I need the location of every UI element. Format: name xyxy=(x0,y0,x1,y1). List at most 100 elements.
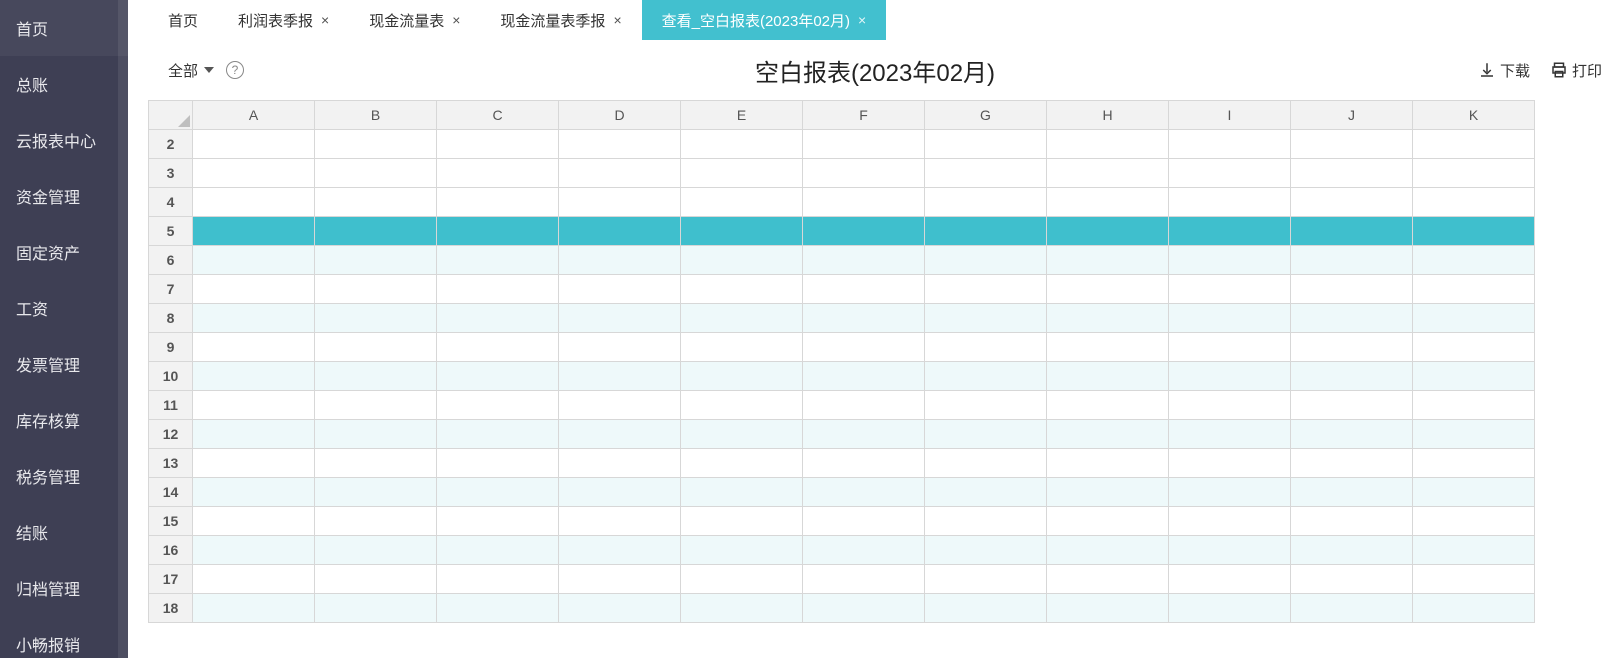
cell[interactable] xyxy=(925,304,1047,333)
cell[interactable] xyxy=(315,594,437,623)
cell[interactable] xyxy=(315,565,437,594)
cell[interactable] xyxy=(437,188,559,217)
cell[interactable] xyxy=(437,159,559,188)
cell[interactable] xyxy=(1047,159,1169,188)
cell[interactable] xyxy=(1169,333,1291,362)
cell[interactable] xyxy=(1047,304,1169,333)
sheet-corner[interactable] xyxy=(149,101,193,130)
cell[interactable] xyxy=(1291,391,1413,420)
cell[interactable] xyxy=(1291,304,1413,333)
cell[interactable] xyxy=(925,478,1047,507)
cell[interactable] xyxy=(1291,536,1413,565)
cell[interactable] xyxy=(1291,275,1413,304)
cell[interactable] xyxy=(1169,130,1291,159)
column-header[interactable]: B xyxy=(315,101,437,130)
close-icon[interactable]: × xyxy=(452,13,460,27)
cell[interactable] xyxy=(803,333,925,362)
cell[interactable] xyxy=(1169,565,1291,594)
sidebar-item-tax[interactable]: 税务管理 xyxy=(0,448,128,504)
cell[interactable] xyxy=(315,449,437,478)
cell[interactable] xyxy=(925,449,1047,478)
cell[interactable] xyxy=(559,391,681,420)
cell[interactable] xyxy=(193,246,315,275)
cell[interactable] xyxy=(559,536,681,565)
cell[interactable] xyxy=(193,391,315,420)
cell[interactable] xyxy=(1413,391,1535,420)
cell[interactable] xyxy=(1169,420,1291,449)
cell[interactable] xyxy=(559,478,681,507)
cell[interactable] xyxy=(1291,565,1413,594)
cell[interactable] xyxy=(1047,536,1169,565)
cell[interactable] xyxy=(1169,507,1291,536)
column-header[interactable]: A xyxy=(193,101,315,130)
cell[interactable] xyxy=(925,420,1047,449)
cell[interactable] xyxy=(315,304,437,333)
sidebar-item-home[interactable]: 首页 xyxy=(0,0,128,56)
row-header[interactable]: 15 xyxy=(149,507,193,536)
close-icon[interactable]: × xyxy=(321,13,329,27)
cell[interactable] xyxy=(193,507,315,536)
cell[interactable] xyxy=(925,217,1047,246)
cell[interactable] xyxy=(1413,275,1535,304)
cell[interactable] xyxy=(1291,217,1413,246)
cell[interactable] xyxy=(437,478,559,507)
cell[interactable] xyxy=(1047,420,1169,449)
cell[interactable] xyxy=(559,159,681,188)
cell[interactable] xyxy=(1413,159,1535,188)
cell[interactable] xyxy=(1169,304,1291,333)
cell[interactable] xyxy=(925,507,1047,536)
cell[interactable] xyxy=(193,304,315,333)
row-header[interactable]: 6 xyxy=(149,246,193,275)
cell[interactable] xyxy=(193,536,315,565)
cell[interactable] xyxy=(1413,304,1535,333)
cell[interactable] xyxy=(803,304,925,333)
cell[interactable] xyxy=(1291,333,1413,362)
column-header[interactable]: K xyxy=(1413,101,1535,130)
sidebar-item-closing[interactable]: 结账 xyxy=(0,504,128,560)
cell[interactable] xyxy=(925,333,1047,362)
cell[interactable] xyxy=(681,304,803,333)
cell[interactable] xyxy=(803,420,925,449)
sidebar-scrollbar[interactable] xyxy=(118,0,128,658)
cell[interactable] xyxy=(315,478,437,507)
tab-cashflow-quarterly[interactable]: 现金流量表季报 × xyxy=(480,0,641,40)
cell[interactable] xyxy=(1169,246,1291,275)
cell[interactable] xyxy=(559,420,681,449)
cell[interactable] xyxy=(803,275,925,304)
cell[interactable] xyxy=(681,217,803,246)
cell[interactable] xyxy=(1413,565,1535,594)
cell[interactable] xyxy=(193,159,315,188)
cell[interactable] xyxy=(803,507,925,536)
cell[interactable] xyxy=(1169,594,1291,623)
cell[interactable] xyxy=(925,275,1047,304)
cell[interactable] xyxy=(681,188,803,217)
tab-profit-quarterly[interactable]: 利润表季报 × xyxy=(218,0,349,40)
row-header[interactable]: 13 xyxy=(149,449,193,478)
cell[interactable] xyxy=(1413,507,1535,536)
cell[interactable] xyxy=(1413,188,1535,217)
cell[interactable] xyxy=(437,130,559,159)
cell[interactable] xyxy=(1291,594,1413,623)
cell[interactable] xyxy=(559,507,681,536)
cell[interactable] xyxy=(1169,536,1291,565)
cell[interactable] xyxy=(1047,594,1169,623)
sidebar-item-inventory[interactable]: 库存核算 xyxy=(0,392,128,448)
cell[interactable] xyxy=(803,594,925,623)
cell[interactable] xyxy=(437,304,559,333)
cell[interactable] xyxy=(1169,449,1291,478)
cell[interactable] xyxy=(681,275,803,304)
close-icon[interactable]: × xyxy=(613,13,621,27)
cell[interactable] xyxy=(803,565,925,594)
cell[interactable] xyxy=(193,594,315,623)
cell[interactable] xyxy=(559,449,681,478)
spreadsheet[interactable]: ABCDEFGHIJK23456789101112131415161718 xyxy=(128,100,1622,658)
cell[interactable] xyxy=(1291,362,1413,391)
cell[interactable] xyxy=(315,391,437,420)
cell[interactable] xyxy=(681,507,803,536)
row-header[interactable]: 4 xyxy=(149,188,193,217)
cell[interactable] xyxy=(1169,217,1291,246)
cell[interactable] xyxy=(1169,362,1291,391)
cell[interactable] xyxy=(1413,478,1535,507)
cell[interactable] xyxy=(437,449,559,478)
row-header[interactable]: 8 xyxy=(149,304,193,333)
